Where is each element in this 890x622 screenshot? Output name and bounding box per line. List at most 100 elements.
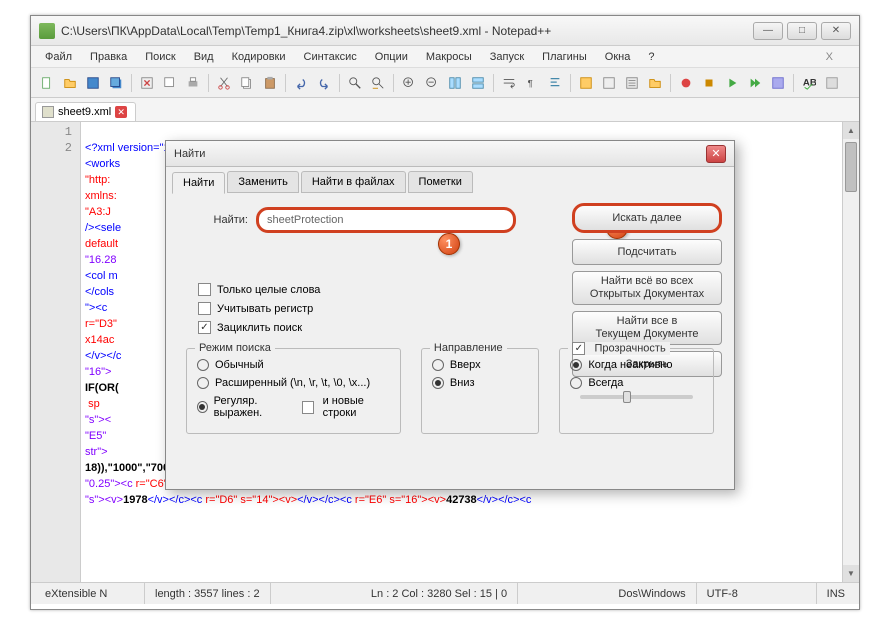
cut-icon[interactable]: [214, 73, 234, 93]
tab-find-in-files[interactable]: Найти в файлах: [301, 171, 406, 193]
mode-regex-radio[interactable]: Регуляр. выражен. и новые строки: [197, 395, 390, 419]
mode-extended-radio[interactable]: Расширенный (\n, \r, \t, \0, \x...): [197, 377, 390, 389]
mode-normal-radio[interactable]: Обычный: [197, 359, 390, 371]
tab-sheet9[interactable]: sheet9.xml ✕: [35, 102, 136, 121]
save-icon[interactable]: [83, 73, 103, 93]
scroll-down-icon[interactable]: ▼: [843, 565, 859, 582]
record-macro-icon[interactable]: [676, 73, 696, 93]
menu-window[interactable]: Окна: [597, 48, 639, 66]
zoom-out-icon[interactable]: [422, 73, 442, 93]
find-all-open-button[interactable]: Найти всё во всех Открытых Документах: [572, 271, 722, 305]
new-file-icon[interactable]: [37, 73, 57, 93]
sync-v-icon[interactable]: [445, 73, 465, 93]
status-position: Ln : 2 Col : 3280 Sel : 15 | 0: [361, 583, 518, 604]
menu-help[interactable]: ?: [640, 48, 662, 66]
replace-icon[interactable]: [368, 73, 388, 93]
tab-label: sheet9.xml: [58, 106, 111, 118]
scroll-thumb[interactable]: [845, 142, 857, 192]
close-button[interactable]: ✕: [821, 22, 851, 40]
status-encoding: UTF-8: [697, 583, 817, 604]
slider-thumb[interactable]: [623, 391, 631, 403]
close-all-icon[interactable]: [160, 73, 180, 93]
checkbox-icon: [198, 283, 211, 296]
transparency-slider[interactable]: [570, 395, 703, 399]
tab-close-icon[interactable]: ✕: [115, 106, 127, 118]
dialog-titlebar[interactable]: Найти ✕: [166, 141, 734, 167]
func-list-icon[interactable]: [622, 73, 642, 93]
user-lang-icon[interactable]: [576, 73, 596, 93]
close-file-icon[interactable]: [137, 73, 157, 93]
minimize-button[interactable]: —: [753, 22, 783, 40]
trans-inactive-radio[interactable]: Когда неактивно: [570, 359, 703, 371]
redo-icon[interactable]: [314, 73, 334, 93]
find-next-button[interactable]: Искать далее: [572, 203, 722, 233]
save-all-icon[interactable]: [106, 73, 126, 93]
play-multi-icon[interactable]: [745, 73, 765, 93]
paste-icon[interactable]: [260, 73, 280, 93]
maximize-button[interactable]: □: [787, 22, 817, 40]
save-macro-icon[interactable]: [768, 73, 788, 93]
toolbar-extra-icon[interactable]: [822, 73, 842, 93]
open-file-icon[interactable]: [60, 73, 80, 93]
dialog-close-button[interactable]: ✕: [706, 145, 726, 163]
status-mode: INS: [817, 583, 855, 604]
titlebar[interactable]: C:\Users\ПК\AppData\Local\Temp\Temp1_Кни…: [31, 16, 859, 46]
menu-search[interactable]: Поиск: [137, 48, 183, 66]
doc-map-icon[interactable]: [599, 73, 619, 93]
count-button[interactable]: Подсчитать: [572, 239, 722, 265]
status-language: eXtensible N: [35, 583, 145, 604]
trans-always-radio[interactable]: Всегда: [570, 377, 703, 389]
statusbar: eXtensible N length : 3557 lines : 2 Ln …: [31, 582, 859, 604]
tab-mark[interactable]: Пометки: [408, 171, 473, 193]
line-number: 1: [31, 124, 80, 140]
dir-down-radio[interactable]: Вниз: [432, 377, 528, 389]
tab-replace[interactable]: Заменить: [227, 171, 298, 193]
menu-run[interactable]: Запуск: [482, 48, 532, 66]
find-input[interactable]: [256, 207, 516, 233]
menu-macros[interactable]: Макросы: [418, 48, 480, 66]
show-all-chars-icon[interactable]: ¶: [522, 73, 542, 93]
menu-close-doc[interactable]: X: [826, 51, 833, 63]
scroll-up-icon[interactable]: ▲: [843, 122, 859, 139]
status-length: length : 3557 lines : 2: [145, 583, 271, 604]
print-icon[interactable]: [183, 73, 203, 93]
wordwrap-icon[interactable]: [499, 73, 519, 93]
line-gutter: 1 2: [31, 122, 81, 582]
app-icon: [39, 23, 55, 39]
undo-icon[interactable]: [291, 73, 311, 93]
document-tabs: sheet9.xml ✕: [31, 98, 859, 122]
indent-guide-icon[interactable]: [545, 73, 565, 93]
menu-plugins[interactable]: Плагины: [534, 48, 595, 66]
folder-icon[interactable]: [645, 73, 665, 93]
play-macro-icon[interactable]: [722, 73, 742, 93]
menu-options[interactable]: Опции: [367, 48, 416, 66]
find-all-current-button[interactable]: Найти все в Текущем Документе: [572, 311, 722, 345]
checkbox-icon: [198, 321, 211, 334]
menu-syntax[interactable]: Синтаксис: [296, 48, 365, 66]
callout-1: 1: [438, 233, 460, 255]
svg-text:¶: ¶: [528, 78, 533, 89]
zoom-in-icon[interactable]: [399, 73, 419, 93]
sync-h-icon[interactable]: [468, 73, 488, 93]
find-label: Найти:: [178, 214, 248, 226]
menubar: Файл Правка Поиск Вид Кодировки Синтакси…: [31, 46, 859, 68]
menu-view[interactable]: Вид: [186, 48, 222, 66]
dialog-title: Найти: [174, 148, 706, 160]
dir-up-radio[interactable]: Вверх: [432, 359, 528, 371]
status-eol: Dos\Windows: [608, 583, 696, 604]
toolbar: ¶ ABC: [31, 68, 859, 98]
checkbox-icon: [198, 302, 211, 315]
menu-encoding[interactable]: Кодировки: [224, 48, 294, 66]
window-title: C:\Users\ПК\AppData\Local\Temp\Temp1_Кни…: [61, 24, 753, 38]
spellcheck-icon[interactable]: ABC: [799, 73, 819, 93]
find-icon[interactable]: [345, 73, 365, 93]
tab-find[interactable]: Найти: [172, 172, 225, 194]
direction-group: Направление Вверх Вниз: [421, 348, 539, 434]
copy-icon[interactable]: [237, 73, 257, 93]
menu-edit[interactable]: Правка: [82, 48, 135, 66]
menu-file[interactable]: Файл: [37, 48, 80, 66]
stop-macro-icon[interactable]: [699, 73, 719, 93]
search-mode-group: Режим поиска Обычный Расширенный (\n, \r…: [186, 348, 401, 434]
vertical-scrollbar[interactable]: ▲ ▼: [842, 122, 859, 582]
dialog-tabs: Найти Заменить Найти в файлах Пометки: [166, 167, 734, 193]
